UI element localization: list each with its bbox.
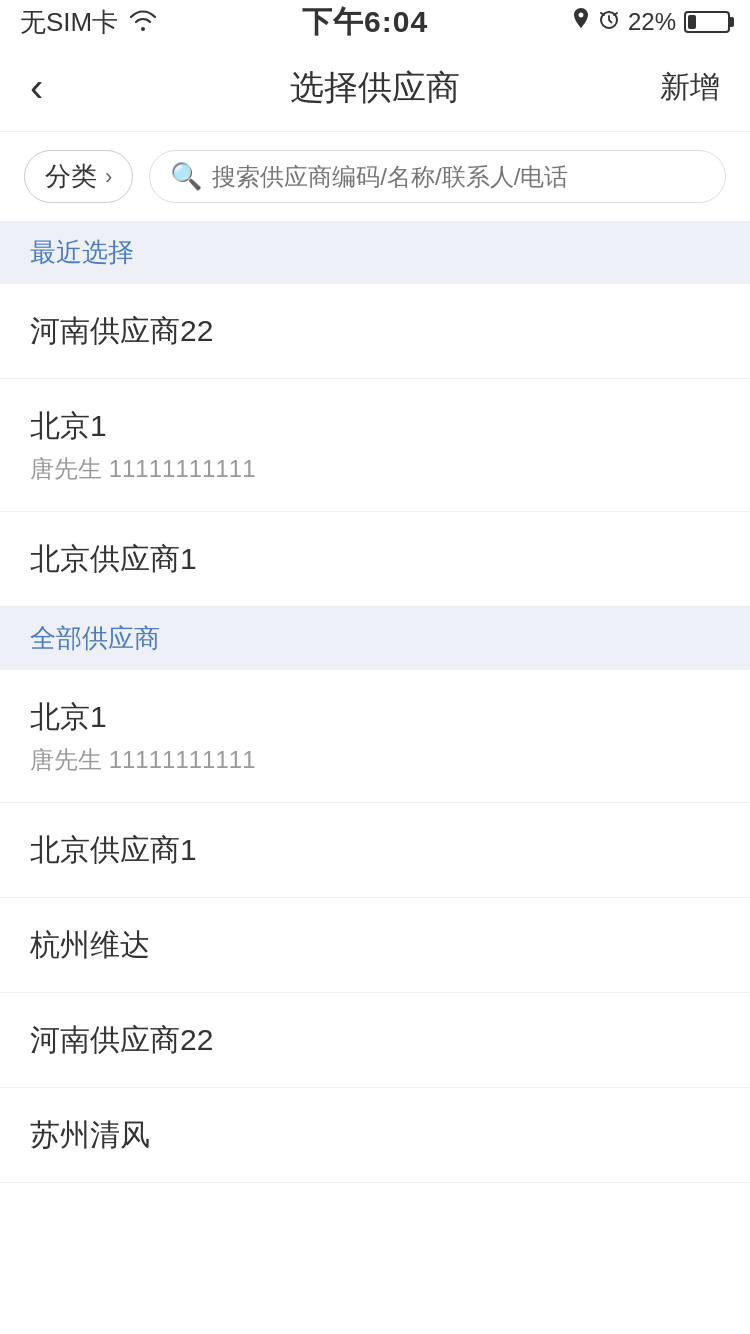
category-label: 分类 <box>45 159 97 194</box>
list-item[interactable]: 北京供应商1 <box>0 803 750 898</box>
all-label: 全部供应商 <box>30 623 160 653</box>
item-name: 河南供应商22 <box>30 310 720 352</box>
list-item[interactable]: 北京1 唐先生 11111111111 <box>0 670 750 803</box>
item-name: 北京1 <box>30 696 720 738</box>
item-name: 河南供应商22 <box>30 1019 720 1061</box>
alarm-icon <box>598 8 620 36</box>
list-item[interactable]: 北京供应商1 <box>0 512 750 607</box>
location-icon <box>572 8 590 36</box>
time-display: 下午6:04 <box>302 2 428 43</box>
recent-items-list: 河南供应商22 北京1 唐先生 11111111111 北京供应商1 <box>0 284 750 607</box>
carrier-label: 无SIM卡 <box>20 5 118 40</box>
category-filter[interactable]: 分类 › <box>24 150 133 203</box>
filter-bar: 分类 › 🔍 <box>0 132 750 221</box>
wifi-icon <box>128 7 158 38</box>
list-item[interactable]: 北京1 唐先生 11111111111 <box>0 379 750 512</box>
search-icon: 🔍 <box>170 161 202 192</box>
chevron-right-icon: › <box>105 164 112 190</box>
search-input[interactable] <box>212 163 705 191</box>
list-item[interactable]: 杭州维达 <box>0 898 750 993</box>
nav-bar: ‹ 选择供应商 新增 <box>0 44 750 132</box>
all-items-list: 北京1 唐先生 11111111111 北京供应商1 杭州维达河南供应商22 苏州清风 <box>0 670 750 1183</box>
battery-percentage: 22% <box>628 8 676 36</box>
item-name: 北京1 <box>30 405 720 447</box>
list-item[interactable]: 苏州清风 <box>0 1088 750 1183</box>
page-title: 选择供应商 <box>290 65 460 111</box>
back-button[interactable]: ‹ <box>30 65 90 110</box>
item-contact: 唐先生 11111111111 <box>30 744 720 776</box>
add-button[interactable]: 新增 <box>660 67 720 108</box>
recent-label: 最近选择 <box>30 237 134 267</box>
item-contact: 唐先生 11111111111 <box>30 453 720 485</box>
battery-icon <box>684 11 730 33</box>
item-name: 北京供应商1 <box>30 829 720 871</box>
status-bar: 无SIM卡 下午6:04 22% <box>0 0 750 44</box>
search-container: 🔍 <box>149 150 726 203</box>
item-name: 杭州维达 <box>30 924 720 966</box>
item-name: 北京供应商1 <box>30 538 720 580</box>
list-item[interactable]: 河南供应商22 <box>0 993 750 1088</box>
all-section-header: 全部供应商 <box>0 607 750 670</box>
recent-section-header: 最近选择 <box>0 221 750 284</box>
status-right: 22% <box>572 8 730 36</box>
status-left: 无SIM卡 <box>20 5 158 40</box>
item-name: 苏州清风 <box>30 1114 720 1156</box>
list-item[interactable]: 河南供应商22 <box>0 284 750 379</box>
